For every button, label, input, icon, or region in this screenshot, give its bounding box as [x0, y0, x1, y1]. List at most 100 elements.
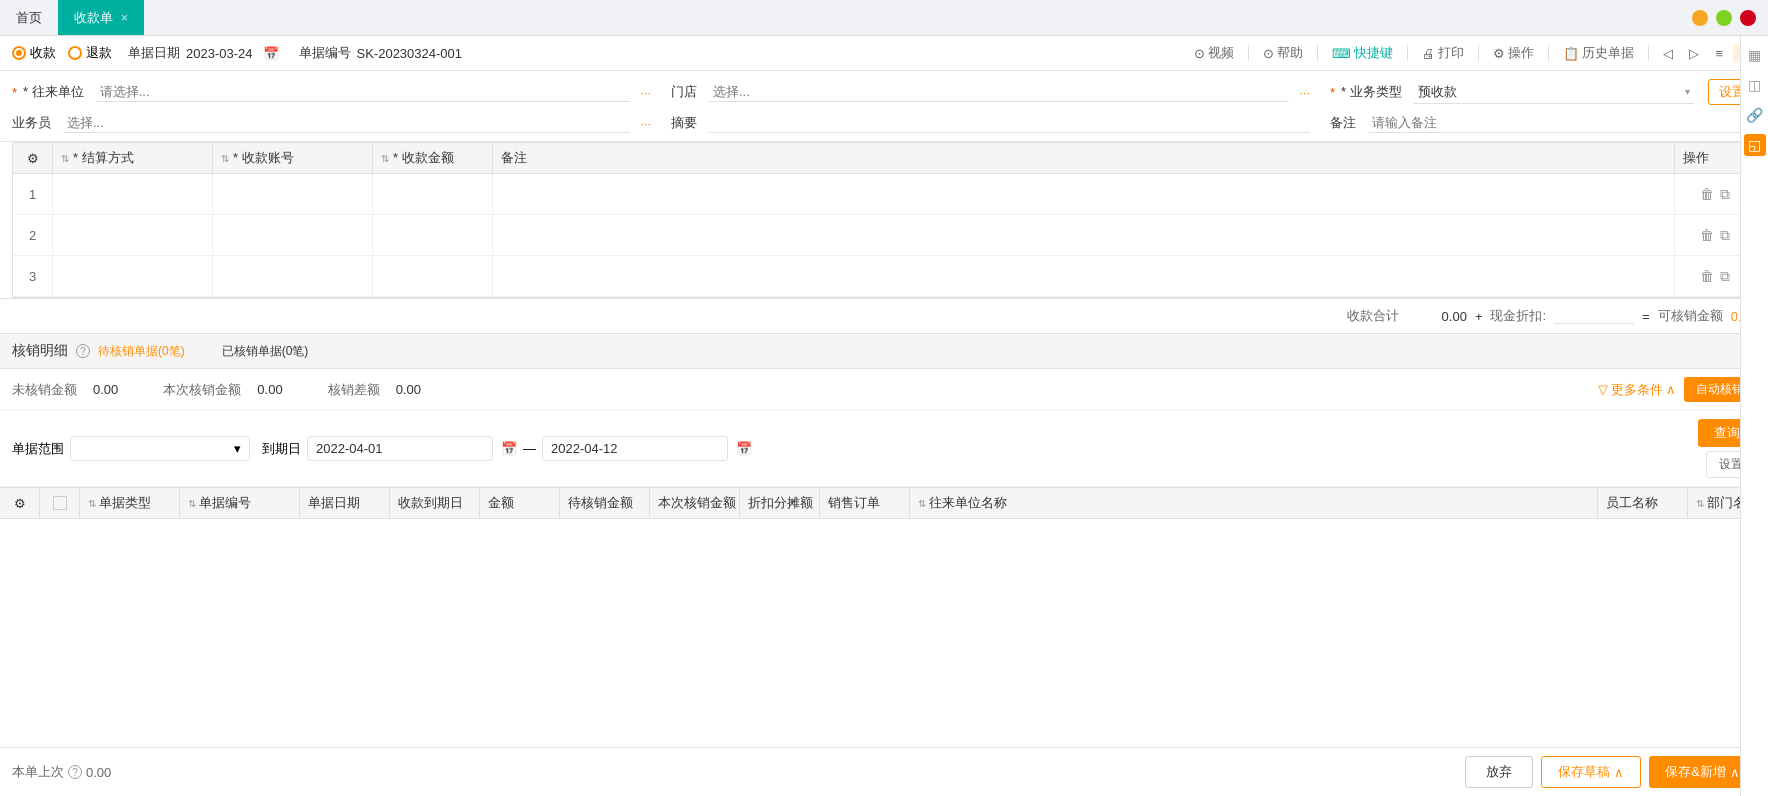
divider-6: [1648, 45, 1649, 61]
counterpart-more-icon[interactable]: ···: [640, 85, 651, 100]
counterpart-input[interactable]: [96, 82, 630, 102]
minimize-button[interactable]: [1692, 10, 1708, 26]
last-doc-info-icon[interactable]: ?: [68, 765, 82, 779]
row-3-amount[interactable]: [373, 256, 493, 296]
row-2-copy-icon[interactable]: ⧉: [1720, 227, 1730, 244]
dth-doc-date-label: 单据日期: [308, 494, 360, 512]
print-icon: 🖨: [1422, 46, 1435, 61]
refund-radio[interactable]: 退款: [68, 44, 112, 62]
operation-action[interactable]: ⚙ 操作: [1487, 42, 1540, 64]
verify-title: 核销明细: [12, 342, 68, 360]
receipt-radio[interactable]: 收款: [12, 44, 56, 62]
history-icon: 📋: [1563, 46, 1579, 61]
maximize-button[interactable]: [1716, 10, 1732, 26]
verify-stats-row: 未核销金额 0.00 本次核销金额 0.00 核销差额 0.00 ▽ 更多条件 …: [0, 369, 1768, 410]
receipt-tab[interactable]: 收款单 ×: [58, 0, 144, 35]
pending-tab[interactable]: 待核销单据(0笔): [98, 343, 185, 360]
staff-input[interactable]: [63, 113, 630, 133]
store-input[interactable]: [709, 82, 1289, 102]
done-tab[interactable]: 已核销单据(0笔): [222, 343, 309, 360]
th-sort-icon3[interactable]: ⇅: [381, 153, 389, 164]
close-button[interactable]: [1740, 10, 1756, 26]
th-amount-label: * 收款金额: [393, 149, 454, 167]
dth-sales-order: 销售订单: [820, 488, 910, 518]
row-2-settle[interactable]: [53, 215, 213, 255]
dth-employee-label: 员工名称: [1606, 494, 1658, 512]
dth-sort-icon3[interactable]: ⇅: [918, 498, 926, 509]
dth-counterpart: ⇅ 往来单位名称: [910, 488, 1598, 518]
dth-sort-icon2[interactable]: ⇅: [188, 498, 196, 509]
video-action[interactable]: ⊙ 视频: [1188, 42, 1240, 64]
row-2-delete-icon[interactable]: 🗑: [1700, 227, 1714, 243]
help-action[interactable]: ⊙ 帮助: [1257, 42, 1309, 64]
biz-type-select[interactable]: 预收款 ▾: [1414, 81, 1694, 104]
row-1-amount[interactable]: [373, 174, 493, 214]
row-3-note[interactable]: [493, 256, 1675, 296]
row-1-note[interactable]: [493, 174, 1675, 214]
divider-2: [1317, 45, 1318, 61]
more-conditions-btn[interactable]: ▽ 更多条件 ∧: [1598, 381, 1676, 399]
date-from-input[interactable]: [307, 436, 493, 461]
operation-label: 操作: [1508, 44, 1534, 62]
list-view-action[interactable]: ≡: [1709, 44, 1729, 63]
range-chevron-icon: ▾: [234, 441, 241, 456]
row-1-delete-icon[interactable]: 🗑: [1700, 186, 1714, 202]
more-conditions-label: 更多条件: [1611, 381, 1663, 399]
notes-input[interactable]: [1368, 113, 1756, 133]
abandon-button[interactable]: 放弃: [1465, 756, 1533, 788]
verify-info-icon[interactable]: ?: [76, 344, 90, 358]
store-more-icon[interactable]: ···: [1299, 85, 1310, 100]
divider-4: [1478, 45, 1479, 61]
row-1-copy-icon[interactable]: ⧉: [1720, 186, 1730, 203]
row-3-account[interactable]: [213, 256, 373, 296]
row-3-delete-icon[interactable]: 🗑: [1700, 268, 1714, 284]
help-label: 帮助: [1277, 44, 1303, 62]
dth-sort-icon[interactable]: ⇅: [88, 498, 96, 509]
total-label: 收款合计: [1347, 307, 1399, 325]
doc-date-calendar-icon[interactable]: 📅: [259, 44, 283, 63]
prev-action[interactable]: ◁: [1657, 44, 1679, 63]
dth-gear[interactable]: ⚙: [0, 488, 40, 518]
row-2-note[interactable]: [493, 215, 1675, 255]
save-new-label: 保存&新增: [1665, 763, 1726, 781]
th-sort-icon2[interactable]: ⇅: [221, 153, 229, 164]
summary-input[interactable]: [709, 113, 1310, 133]
save-draft-button[interactable]: 保存草稿 ∧: [1541, 756, 1641, 788]
staff-field: 业务员 ···: [12, 113, 651, 133]
date-to-input[interactable]: [542, 436, 728, 461]
diff-value: 0.00: [396, 382, 421, 397]
sidebar-link-icon[interactable]: 🔗: [1744, 104, 1766, 126]
date-to-calendar-icon[interactable]: 📅: [736, 441, 752, 456]
range-select[interactable]: ▾: [70, 436, 250, 461]
row-3-copy-icon[interactable]: ⧉: [1720, 268, 1730, 285]
print-action[interactable]: 🖨 打印: [1416, 42, 1470, 64]
row-2-amount[interactable]: [373, 215, 493, 255]
sidebar-table-icon[interactable]: ▦: [1744, 44, 1766, 66]
select-all-checkbox[interactable]: [53, 496, 67, 510]
table-settings-icon[interactable]: ⚙: [13, 143, 53, 173]
staff-more-icon[interactable]: ···: [640, 116, 651, 131]
th-sort-icon[interactable]: ⇅: [61, 153, 69, 164]
refund-radio-dot: [68, 46, 82, 60]
sidebar-expand-icon[interactable]: ◱: [1744, 134, 1766, 156]
receipt-tab-close[interactable]: ×: [121, 11, 128, 25]
dth-doc-no-label: 单据编号: [199, 494, 251, 512]
shortcut-action[interactable]: ⌨ 快捷键: [1326, 42, 1399, 64]
next-action[interactable]: ▷: [1683, 44, 1705, 63]
discount-input[interactable]: [1554, 308, 1634, 324]
row-2-num: 2: [13, 215, 53, 255]
dth-sort-icon4[interactable]: ⇅: [1696, 498, 1704, 509]
th-op-label: 操作: [1683, 149, 1709, 167]
history-action[interactable]: 📋 历史单据: [1557, 42, 1640, 64]
dth-counterpart-label: 往来单位名称: [929, 494, 1007, 512]
row-2-account[interactable]: [213, 215, 373, 255]
sidebar-note-icon[interactable]: ◫: [1744, 74, 1766, 96]
receipt-radio-dot: [12, 46, 26, 60]
dth-this-verify-label: 本次核销金额: [658, 494, 736, 512]
home-tab[interactable]: 首页: [0, 0, 58, 35]
unchecked-value: 0.00: [93, 382, 118, 397]
row-1-settle[interactable]: [53, 174, 213, 214]
row-1-account[interactable]: [213, 174, 373, 214]
row-3-settle[interactable]: [53, 256, 213, 296]
date-from-calendar-icon[interactable]: 📅: [501, 441, 517, 456]
